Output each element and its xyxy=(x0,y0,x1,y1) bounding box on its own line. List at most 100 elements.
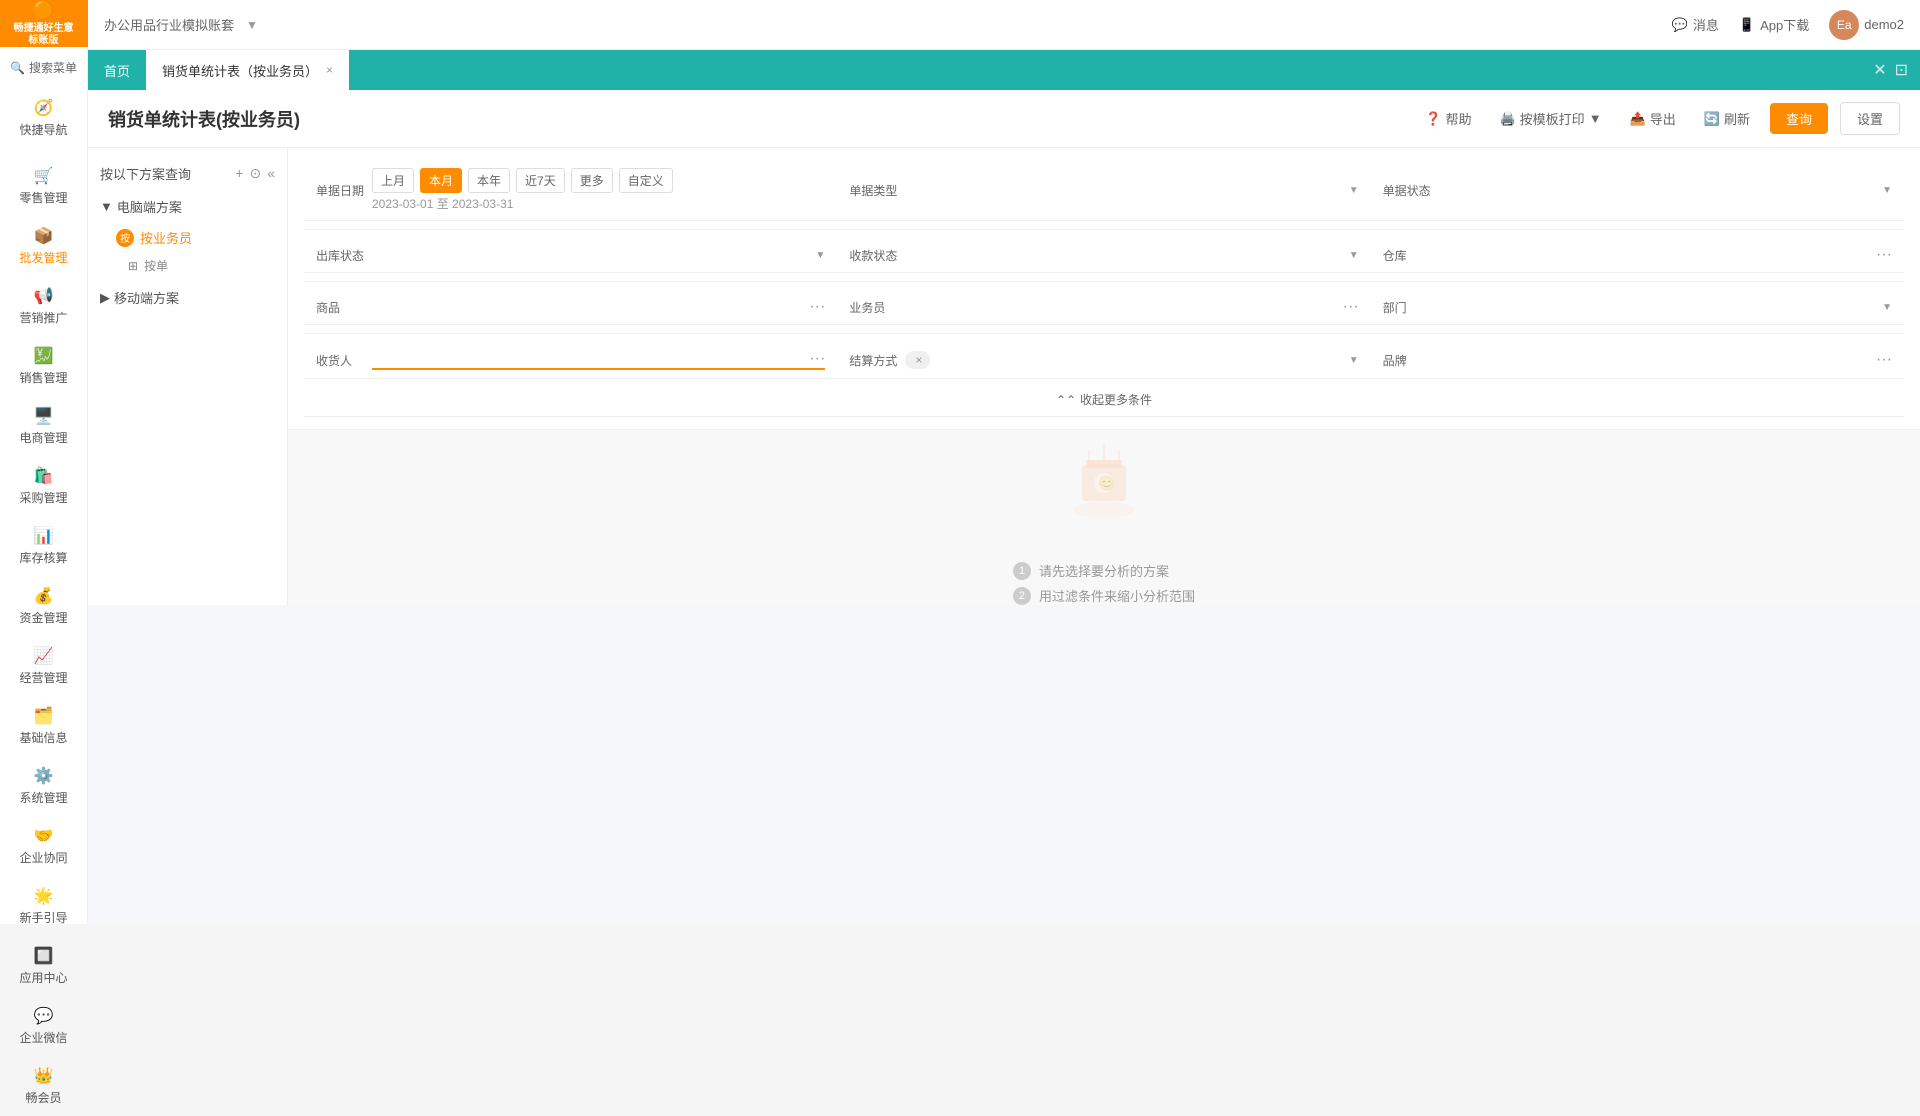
scheme-group-mobile: ▶ 移动端方案 xyxy=(88,280,287,315)
page-title: 销货单统计表(按业务员) xyxy=(108,106,300,132)
template-print-button[interactable]: 🖨️ 按模板打印 ▼ xyxy=(1491,105,1609,132)
collapse-button[interactable]: ⌃⌃ 收起更多条件 xyxy=(1056,391,1152,408)
collapse-icon: ▶ xyxy=(100,290,110,306)
date-btn-this-year[interactable]: 本年 xyxy=(468,168,510,193)
avatar-text: Ea xyxy=(1837,18,1852,32)
payment-clear-tag[interactable]: × xyxy=(905,351,930,369)
payment-select[interactable]: × ▼ xyxy=(905,351,1358,369)
sidebar-item-basic[interactable]: 🗂️ 基础信息 xyxy=(0,696,87,756)
retail-icon: 🛒 xyxy=(34,166,54,186)
sidebar-item-wholesale[interactable]: 📦 批发管理 xyxy=(0,216,87,276)
warehouse-label: 仓库 xyxy=(1383,247,1439,264)
sidebar-item-finance[interactable]: 💰 资金管理 xyxy=(0,576,87,636)
empty-hint-1: 1 请先选择要分析的方案 xyxy=(1013,561,1195,580)
receiver-input[interactable]: ··· xyxy=(372,350,825,370)
search-label: 搜索菜单 xyxy=(29,59,77,76)
user-profile[interactable]: Ea demo2 xyxy=(1829,10,1904,40)
collect-status-select[interactable]: ▼ xyxy=(905,250,1358,261)
sidebar-item-ecommerce[interactable]: 🖥️ 电商管理 xyxy=(0,396,87,456)
sidebar-item-retail[interactable]: 🛒 零售管理 xyxy=(0,156,87,216)
sidebar-item-wechat[interactable]: 💬 企业微信 xyxy=(0,996,87,1056)
tab-close-all-button[interactable]: ✕ xyxy=(1873,60,1886,80)
warehouse-dots[interactable]: ··· xyxy=(1876,246,1892,264)
out-status-arrow-icon: ▼ xyxy=(815,250,825,261)
tab-sales-report[interactable]: 销货单统计表（按业务员） × xyxy=(146,50,349,90)
sidebar-label-basic: 基础信息 xyxy=(19,729,67,746)
sidebar-item-apps[interactable]: 🔲 应用中心 xyxy=(0,936,87,996)
date-btn-custom[interactable]: 自定义 xyxy=(619,168,673,193)
tab-maximize-button[interactable]: ⊡ xyxy=(1895,60,1908,80)
export-button[interactable]: 📤 导出 xyxy=(1622,105,1684,132)
filter-cell-collect-status: 收款状态 ▼ xyxy=(837,238,1370,273)
cooperation-icon: 🤝 xyxy=(34,826,54,846)
warehouse-input[interactable]: ··· xyxy=(1439,246,1892,264)
search-menu-button[interactable]: 🔍 搜索菜单 xyxy=(8,55,79,80)
page-actions: ❓ 帮助 🖨️ 按模板打印 ▼ 📤 导出 🔄 刷新 查询 xyxy=(1417,102,1900,135)
empty-hint-2: 2 用过滤条件来缩小分析范围 xyxy=(1013,586,1195,605)
sidebar-item-quick-nav[interactable]: 🧭 快捷导航 xyxy=(0,88,87,148)
sidebar-item-system[interactable]: ⚙️ 系统管理 xyxy=(0,756,87,816)
payment-clear-icon[interactable]: × xyxy=(915,353,922,367)
search-section: 🔍 搜索菜单 xyxy=(0,47,87,88)
help-label: 帮助 xyxy=(1445,109,1471,128)
sidebar-item-member[interactable]: 👑 畅会员 xyxy=(0,1056,87,1116)
sidebar-item-sales[interactable]: 💹 销售管理 xyxy=(0,336,87,396)
message-button[interactable]: 💬 消息 xyxy=(1672,15,1719,34)
scheme-group-desktop-header[interactable]: ▼ 电脑端方案 xyxy=(88,191,287,222)
collapse-label: 收起更多条件 xyxy=(1080,391,1152,408)
dept-select[interactable]: ▼ xyxy=(1439,302,1892,313)
collapse-up-icon: ⌃⌃ xyxy=(1056,393,1076,407)
out-status-select[interactable]: ▼ xyxy=(372,250,825,261)
brand-input[interactable]: ··· xyxy=(1439,351,1892,369)
collect-status-label: 收款状态 xyxy=(849,247,905,264)
print-icon: 🖨️ xyxy=(1499,111,1515,127)
doc-type-select[interactable]: ▼ xyxy=(905,185,1358,196)
collapse-panel-icon[interactable]: « xyxy=(267,165,275,182)
scheme-sub-order[interactable]: ⊞ 按单 xyxy=(88,253,287,278)
salesman-dots[interactable]: ··· xyxy=(1343,298,1359,316)
filter-cell-dept: 部门 ▼ xyxy=(1371,290,1904,325)
tab-home[interactable]: 首页 xyxy=(88,50,146,90)
help-button[interactable]: ❓ 帮助 xyxy=(1417,105,1479,132)
sidebar-item-marketing[interactable]: 📢 营销推广 xyxy=(0,276,87,336)
settings-button[interactable]: 设置 xyxy=(1840,102,1900,135)
tab-close-icon[interactable]: × xyxy=(326,63,333,77)
doc-status-select[interactable]: ▼ xyxy=(1439,185,1892,196)
sidebar-item-newbie[interactable]: 🌟 新手引导 xyxy=(0,876,87,936)
dept-arrow-icon: ▼ xyxy=(1882,302,1892,313)
sidebar-label-sales: 销售管理 xyxy=(19,369,67,386)
sidebar-label-retail: 零售管理 xyxy=(19,189,67,206)
filter-cell-doc-status: 单据状态 ▼ xyxy=(1371,160,1904,221)
add-scheme-icon[interactable]: + xyxy=(235,165,243,182)
topbar-dropdown-icon[interactable]: ▼ xyxy=(246,18,258,32)
app-logo: 🟠 畅捷通好生意标账版 xyxy=(0,0,88,47)
date-btn-last-month[interactable]: 上月 xyxy=(372,168,414,193)
salesman-input[interactable]: ··· xyxy=(905,298,1358,316)
scheme-group-mobile-header[interactable]: ▶ 移动端方案 xyxy=(88,282,287,313)
sidebar-item-purchase[interactable]: 🛍️ 采购管理 xyxy=(0,456,87,516)
sidebar-item-inventory[interactable]: 📊 库存核算 xyxy=(0,516,87,576)
brand-dots[interactable]: ··· xyxy=(1876,351,1892,369)
tabbar-controls: ✕ ⊡ xyxy=(1873,60,1920,80)
receiver-dots[interactable]: ··· xyxy=(809,350,825,368)
empty-hints: 1 请先选择要分析的方案 2 用过滤条件来缩小分析范围 xyxy=(1013,561,1195,605)
sidebar-item-cooperation[interactable]: 🤝 企业协同 xyxy=(0,816,87,876)
goods-dots[interactable]: ··· xyxy=(809,298,825,316)
apps-icon: 🔲 xyxy=(34,946,54,966)
filter-cell-doc-type: 单据类型 ▼ xyxy=(837,160,1370,221)
edit-scheme-icon[interactable]: ⊙ xyxy=(249,165,261,182)
goods-input[interactable]: ··· xyxy=(372,298,825,316)
refresh-button[interactable]: 🔄 刷新 xyxy=(1696,105,1758,132)
filter-cell-goods: 商品 ··· xyxy=(304,290,837,325)
scheme-sub-order-label: 按单 xyxy=(144,257,168,274)
operation-icon: 📈 xyxy=(34,646,54,666)
app-download-button[interactable]: 📱 App下载 xyxy=(1739,15,1809,34)
date-btn-more[interactable]: 更多 xyxy=(571,168,613,193)
payment-label: 结算方式 xyxy=(849,352,905,369)
hint-num-1: 1 xyxy=(1013,562,1031,580)
scheme-item-salesman[interactable]: 按 按业务员 xyxy=(88,222,287,253)
query-button[interactable]: 查询 xyxy=(1770,103,1828,134)
date-btn-last-7days[interactable]: 近7天 xyxy=(516,168,565,193)
sidebar-item-operation[interactable]: 📈 经营管理 xyxy=(0,636,87,696)
date-btn-this-month[interactable]: 本月 xyxy=(420,168,462,193)
